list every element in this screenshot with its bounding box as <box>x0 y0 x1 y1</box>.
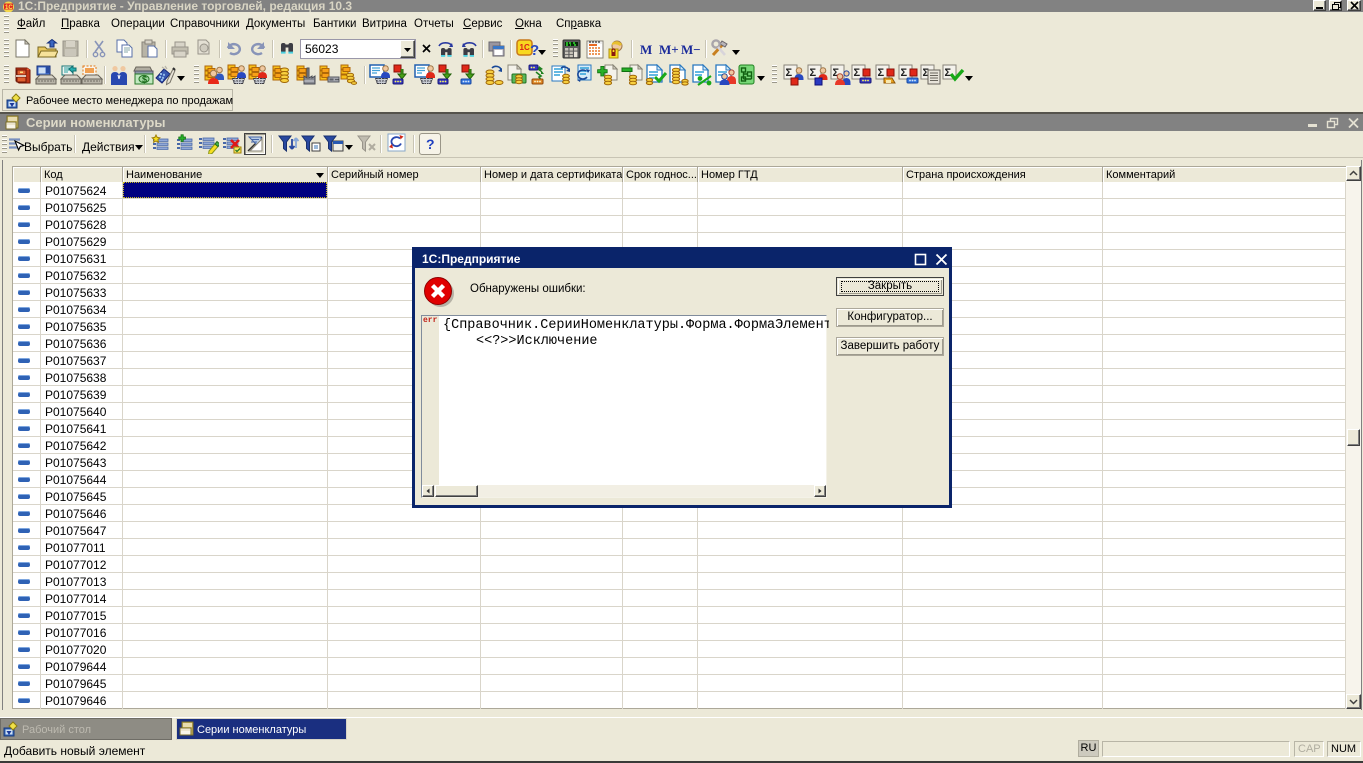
svg-text:Σ: Σ <box>810 67 817 79</box>
svg-text:Σ: Σ <box>945 67 952 79</box>
svg-text:Σ: Σ <box>854 67 861 79</box>
svg-text:Σ: Σ <box>878 67 885 79</box>
svg-text:Σ: Σ <box>901 67 908 79</box>
svg-text:$: $ <box>142 75 147 85</box>
svg-text:1C: 1C <box>5 5 13 11</box>
svg-text:Σ: Σ <box>786 67 793 79</box>
svg-text:1C: 1C <box>520 43 530 52</box>
